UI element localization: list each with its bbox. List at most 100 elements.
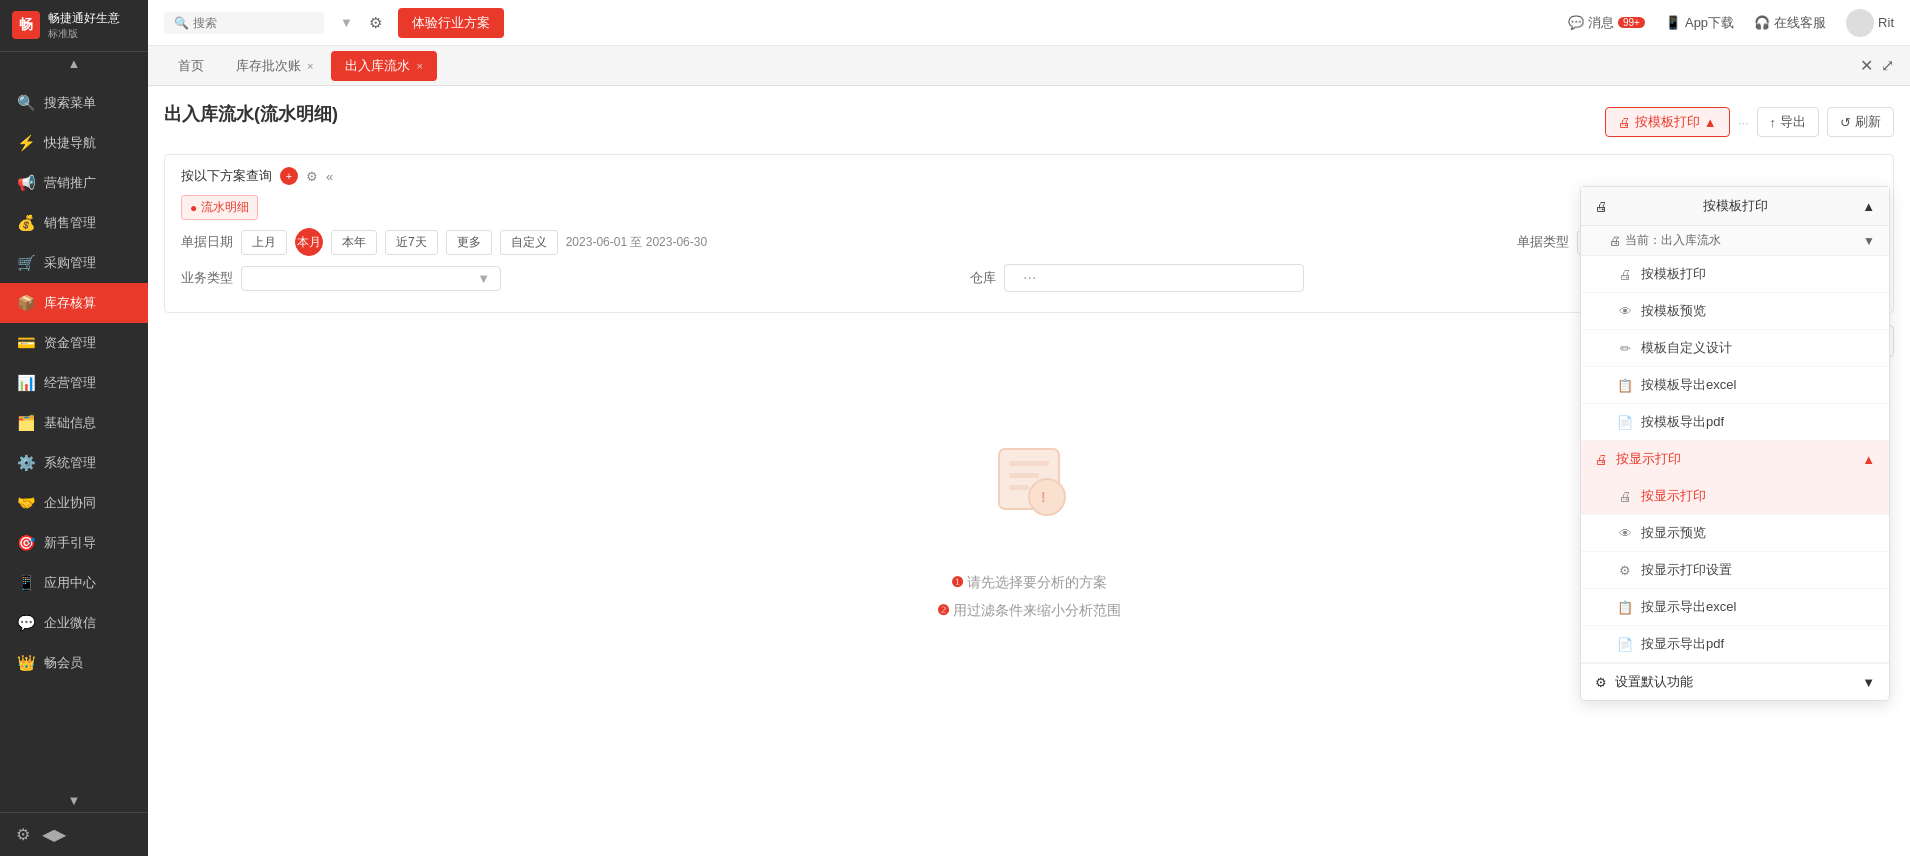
svg-rect-1: [1009, 461, 1049, 466]
item-icon-template-preview: 👁: [1617, 303, 1633, 319]
user-profile[interactable]: Rit: [1846, 9, 1894, 37]
print-template-btn[interactable]: 🖨 按模板打印 ▲: [1605, 107, 1730, 137]
date-last-month[interactable]: 上月: [241, 230, 287, 255]
filter-add-btn[interactable]: +: [280, 167, 298, 185]
sidebar-item-inventory[interactable]: 📦 库存核算: [0, 283, 148, 323]
sidebar-item-system[interactable]: ⚙️ 系统管理: [0, 443, 148, 483]
dropdown-item-display-print-settings[interactable]: ⚙ 按显示打印设置: [1581, 552, 1889, 589]
dropdown-item-display-export-pdf[interactable]: 📄 按显示导出pdf: [1581, 626, 1889, 663]
refresh-btn[interactable]: ↺ 刷新: [1827, 107, 1894, 137]
sidebar-item-finance[interactable]: 💳 资金管理: [0, 323, 148, 363]
avatar: [1846, 9, 1874, 37]
refresh-icon: ↺: [1840, 115, 1851, 130]
svg-text:!: !: [1041, 489, 1046, 505]
tab-stock-flow-label: 出入库流水: [345, 57, 410, 75]
svg-point-4: [1029, 479, 1065, 515]
item-icon-display-print-settings: ⚙: [1617, 562, 1633, 578]
header-search-input[interactable]: [193, 16, 314, 30]
business-type-select[interactable]: ▼: [241, 266, 501, 291]
display-items-section: 🖨 按显示打印 👁 按显示预览 ⚙ 按显示打印设置 📋 按显示导出excel 📄…: [1581, 478, 1889, 663]
dropdown-panel: 🖨 按模板打印 ▲ 🖨 当前：出入库流水 ▼ 🖨 按模板打印 👁 按模板预览 ✏…: [1580, 186, 1890, 701]
date-this-month[interactable]: 本月: [295, 228, 323, 256]
date-more[interactable]: 更多: [446, 230, 492, 255]
sidebar-label-system: 系统管理: [44, 454, 96, 472]
warehouse-more-icon[interactable]: ···: [1019, 269, 1040, 287]
default-setting-arrow: ▼: [1862, 675, 1875, 690]
user-name: Rit: [1878, 15, 1894, 30]
tab-home[interactable]: 首页: [164, 51, 218, 81]
item-icon-display-export-pdf: 📄: [1617, 636, 1633, 652]
sidebar-item-search[interactable]: 🔍 搜索菜单: [0, 83, 148, 123]
export-btn[interactable]: ↑ 导出: [1757, 107, 1820, 137]
message-label: 消息: [1588, 14, 1614, 32]
filter-collapse-icon[interactable]: «: [326, 169, 333, 184]
print-dropdown-arrow[interactable]: ▲: [1704, 115, 1717, 130]
filter-label-text: 按以下方案查询: [181, 167, 272, 185]
sidebar-item-sales[interactable]: 💰 销售管理: [0, 203, 148, 243]
online-service-btn[interactable]: 🎧 在线客服: [1754, 14, 1826, 32]
date-custom[interactable]: 自定义: [500, 230, 558, 255]
sidebar-item-marketing[interactable]: 📢 营销推广: [0, 163, 148, 203]
warehouse-select[interactable]: ···: [1004, 264, 1304, 292]
sidebar-item-wechat[interactable]: 💬 企业微信: [0, 603, 148, 643]
header-search-box[interactable]: 🔍: [164, 12, 324, 34]
main-content: 🔍 ▼ ⚙ 体验行业方案 💬 消息 99+ 📱 App下载 🎧 在线客服: [148, 0, 1910, 856]
current-label-row[interactable]: 🖨 当前：出入库流水 ▼: [1581, 226, 1889, 256]
sidebar-bottom: ⚙ ◀▶: [0, 812, 148, 856]
sidebar-item-purchase[interactable]: 🛒 采购管理: [0, 243, 148, 283]
date-7days[interactable]: 近7天: [385, 230, 438, 255]
sidebar-logo: 畅 畅捷通好生意 标准版: [0, 0, 148, 52]
dropdown-item-template-preview[interactable]: 👁 按模板预览: [1581, 293, 1889, 330]
sidebar-item-quick-nav[interactable]: ⚡ 快捷导航: [0, 123, 148, 163]
dropdown-item-template-export-excel[interactable]: 📋 按模板导出excel: [1581, 367, 1889, 404]
settings-icon[interactable]: ⚙: [16, 825, 30, 844]
sidebar-label-search: 搜索菜单: [44, 94, 96, 112]
default-setting-row[interactable]: ⚙ 设置默认功能 ▼: [1581, 663, 1889, 700]
dropdown-item-display-preview[interactable]: 👁 按显示预览: [1581, 515, 1889, 552]
sidebar-item-collab[interactable]: 🤝 企业协同: [0, 483, 148, 523]
display-section-label: 按显示打印: [1616, 450, 1681, 468]
sidebar-icon-finance: 💳: [16, 333, 36, 353]
dropdown-panel-header[interactable]: 🖨 按模板打印 ▲: [1581, 187, 1889, 226]
sidebar-item-guide[interactable]: 🎯 新手引导: [0, 523, 148, 563]
dropdown-item-template-export-pdf[interactable]: 📄 按模板导出pdf: [1581, 404, 1889, 441]
sidebar-scroll-up[interactable]: ▲: [0, 52, 148, 75]
display-section-arrow: ▲: [1862, 452, 1875, 467]
date-this-year[interactable]: 本年: [331, 230, 377, 255]
collapse-icon[interactable]: ◀▶: [42, 825, 66, 844]
sidebar-item-basic[interactable]: 🗂️ 基础信息: [0, 403, 148, 443]
sidebar-icon-search: 🔍: [16, 93, 36, 113]
tab-expand-btn[interactable]: ⤢: [1881, 56, 1894, 75]
filter-settings-icon[interactable]: ⚙: [306, 169, 318, 184]
sidebar-label-quick-nav: 快捷导航: [44, 134, 96, 152]
app-download-btn[interactable]: 📱 App下载: [1665, 14, 1734, 32]
warehouse-field: 仓库 ···: [970, 264, 1304, 292]
message-icon: 💬: [1568, 15, 1584, 30]
header-search-icon: 🔍: [174, 16, 189, 30]
sidebar-item-operation[interactable]: 📊 经营管理: [0, 363, 148, 403]
tab-inventory-batch-close[interactable]: ×: [307, 60, 313, 72]
tab-stock-flow-close[interactable]: ×: [416, 60, 422, 72]
tab-inventory-batch[interactable]: 库存批次账 ×: [222, 51, 327, 81]
tab-stock-flow[interactable]: 出入库流水 ×: [331, 51, 436, 81]
dropdown-item-template-print[interactable]: 🖨 按模板打印: [1581, 256, 1889, 293]
dropdown-item-display-print[interactable]: 🖨 按显示打印: [1581, 478, 1889, 515]
step1-num: ❶: [951, 574, 968, 590]
sidebar-item-membership[interactable]: 👑 畅会员: [0, 643, 148, 683]
sidebar-label-finance: 资金管理: [44, 334, 96, 352]
business-type-label: 业务类型: [181, 269, 233, 287]
header-dropdown-arrow[interactable]: ▼: [340, 15, 353, 30]
sidebar-item-app-center[interactable]: 📱 应用中心: [0, 563, 148, 603]
online-service-label: 在线客服: [1774, 14, 1826, 32]
header-gear-icon[interactable]: ⚙: [369, 14, 382, 32]
active-filter-chip[interactable]: ● 流水明细: [181, 195, 258, 220]
display-section-title[interactable]: 🖨 按显示打印 ▲: [1581, 441, 1889, 478]
sidebar-scroll-down[interactable]: ▼: [0, 789, 148, 812]
dropdown-item-template-custom[interactable]: ✏ 模板自定义设计: [1581, 330, 1889, 367]
message-btn[interactable]: 💬 消息 99+: [1568, 14, 1645, 32]
sidebar-label-purchase: 采购管理: [44, 254, 96, 272]
tab-close-window-btn[interactable]: ✕: [1860, 56, 1873, 75]
dropdown-item-display-export-excel[interactable]: 📋 按显示导出excel: [1581, 589, 1889, 626]
trial-btn[interactable]: 体验行业方案: [398, 8, 504, 38]
item-label-template-custom: 模板自定义设计: [1641, 339, 1732, 357]
